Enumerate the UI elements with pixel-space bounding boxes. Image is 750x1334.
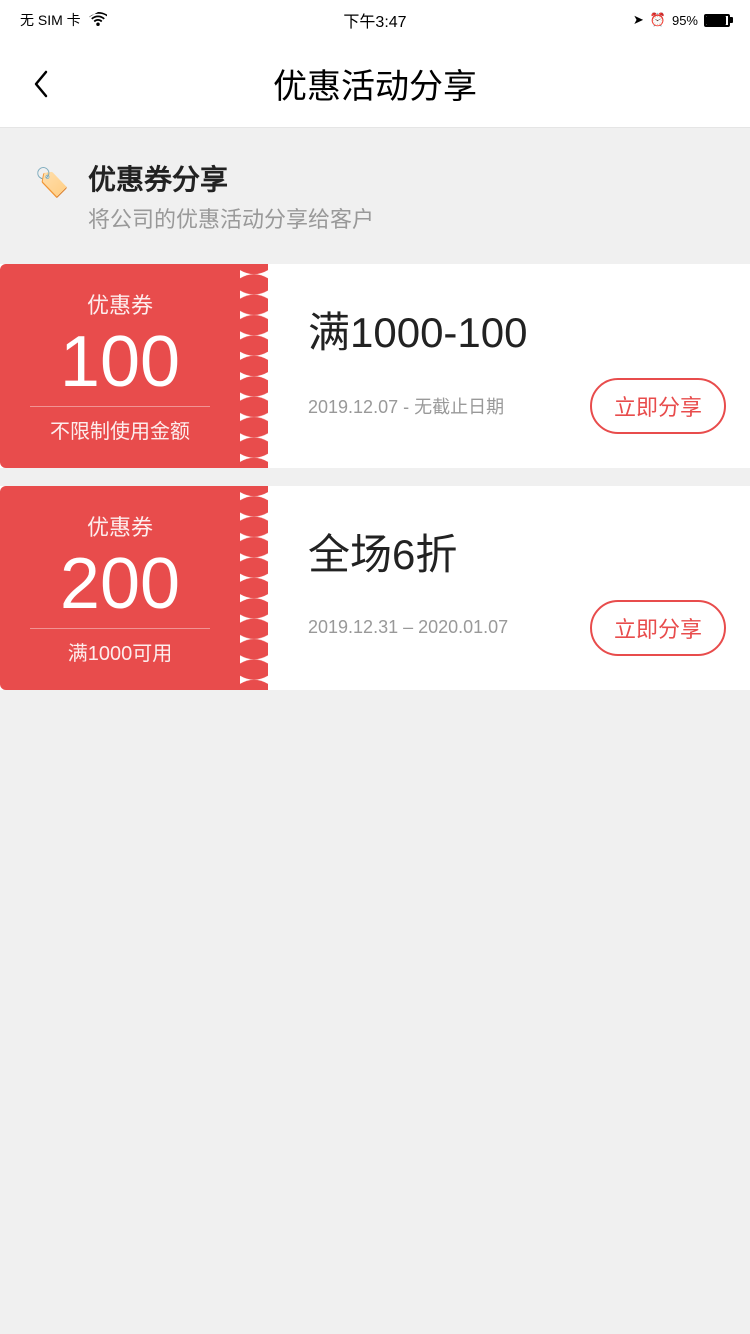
battery-icon <box>704 14 730 27</box>
status-bar: 无 SIM 卡 下午3:47 ➤ ⏰ 95% <box>0 0 750 40</box>
coupon-label-1: 优惠券 <box>87 510 153 542</box>
coupon-date-0: 2019.12.07 - 无截止日期 <box>308 393 504 419</box>
section-icon: 🏷️ <box>30 160 74 204</box>
coupon-condition-1: 满1000可用 <box>68 637 173 666</box>
coupon-name-1: 全场6折 <box>308 521 726 582</box>
location-icon: ➤ <box>633 12 644 28</box>
coupon-amount-0: 100 <box>60 326 180 398</box>
section-header: 🏷️ 优惠券分享 将公司的优惠活动分享给客户 <box>0 128 750 254</box>
share-button-0[interactable]: 立即分享 <box>590 378 726 434</box>
coupon-date-1: 2019.12.31 – 2020.01.07 <box>308 617 508 638</box>
share-button-1[interactable]: 立即分享 <box>590 600 726 656</box>
coupon-condition-0: 不限制使用金额 <box>50 415 190 444</box>
empty-area <box>0 728 750 1228</box>
page-title: 优惠活动分享 <box>273 59 477 108</box>
coupon-icon: 🏷️ <box>35 166 70 199</box>
battery-text: 95% <box>672 13 698 28</box>
coupon-list: 优惠券 100 不限制使用金额 满1 <box>0 254 750 728</box>
status-left: 无 SIM 卡 <box>20 10 107 30</box>
coupon-right-0: 满1000-100 2019.12.07 - 无截止日期 立即分享 <box>268 264 750 468</box>
alarm-icon: ⏰ <box>650 12 666 28</box>
section-text: 优惠券分享 将公司的优惠活动分享给客户 <box>88 158 374 234</box>
status-time: 下午3:47 <box>343 8 406 32</box>
coupon-amount-1: 200 <box>60 548 180 620</box>
section-title: 优惠券分享 <box>88 158 374 198</box>
nav-bar: 优惠活动分享 <box>0 40 750 128</box>
coupon-card-0: 优惠券 100 不限制使用金额 满1 <box>0 264 750 468</box>
carrier-text: 无 SIM 卡 <box>20 10 81 30</box>
coupon-card-1: 优惠券 200 满1000可用 全场 <box>0 486 750 690</box>
coupon-label-0: 优惠券 <box>87 288 153 320</box>
status-right: ➤ ⏰ 95% <box>633 12 730 28</box>
coupon-right-1: 全场6折 2019.12.31 – 2020.01.07 立即分享 <box>268 486 750 690</box>
section-subtitle: 将公司的优惠活动分享给客户 <box>88 202 374 234</box>
wifi-icon <box>89 12 107 29</box>
coupon-name-0: 满1000-100 <box>308 299 726 360</box>
back-button[interactable] <box>20 62 64 106</box>
